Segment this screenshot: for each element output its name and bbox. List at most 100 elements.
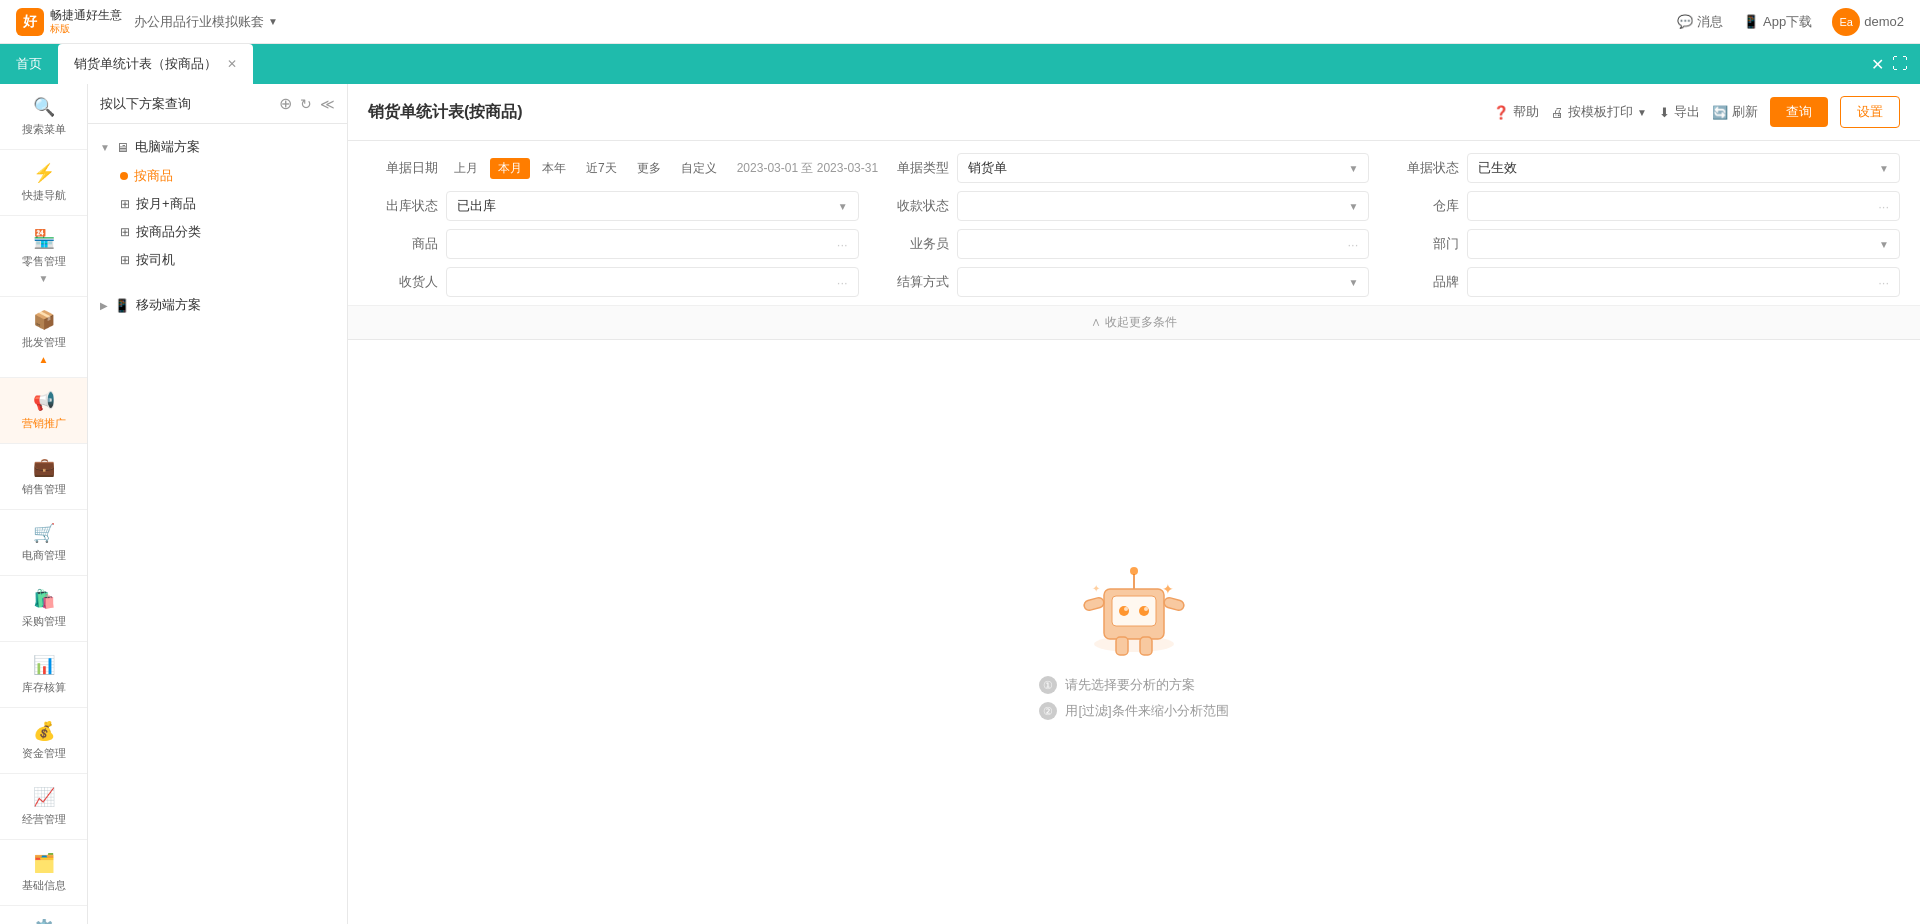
brand-input[interactable]: ··· (1467, 267, 1900, 297)
filter-receiver-cell: 收货人 ··· (368, 267, 879, 297)
scheme-section-pc: ▼ 🖥 电脑端方案 按商品 ⊞ 按月+商品 ⊞ 按商品分类 (88, 124, 347, 282)
grid-icon-2: ⊞ (120, 225, 130, 239)
date-tab-more[interactable]: 更多 (629, 158, 669, 179)
sidebar-item-search[interactable]: 🔍 搜索菜单 (0, 84, 87, 150)
clerk-dots[interactable]: ··· (1348, 237, 1359, 252)
finance-icon: 💰 (33, 720, 55, 742)
outstatus-value: 已出库 (457, 197, 496, 215)
svg-point-5 (1124, 607, 1128, 611)
template-print-button[interactable]: 🖨 按模板打印 ▼ (1551, 103, 1647, 121)
scheme-group-mobile[interactable]: ▶ 📱 移动端方案 (88, 290, 347, 320)
goods-input[interactable]: ··· (446, 229, 859, 259)
expand-collapsed-icon: ▶ (100, 300, 108, 311)
docstatus-value: 已生效 (1478, 159, 1517, 177)
tab-close-icon[interactable]: ✕ (227, 57, 237, 71)
filter-settlement-cell: 结算方式 ▼ (879, 267, 1390, 297)
export-button[interactable]: ⬇ 导出 (1659, 103, 1700, 121)
chevron-up-icon: ▲ (39, 354, 49, 365)
sidebar-item-quicknav[interactable]: ⚡ 快捷导航 (0, 150, 87, 216)
svg-point-4 (1139, 606, 1149, 616)
logo-text: 畅捷通好生意 标版 (50, 8, 122, 34)
receiver-input[interactable]: ··· (446, 267, 859, 297)
receiptstatus-input[interactable]: ▼ (957, 191, 1370, 221)
date-tab-this-month[interactable]: 本月 (490, 158, 530, 179)
receiver-label: 收货人 (368, 273, 438, 291)
active-dot (120, 172, 128, 180)
empty-illustration: ✦ ✦ (1074, 544, 1194, 664)
collapse-bar[interactable]: ∧ 收起更多条件 (348, 305, 1920, 339)
outstatus-arrow: ▼ (838, 201, 848, 212)
goods-dots[interactable]: ··· (837, 237, 848, 252)
dept-input[interactable]: ▼ (1467, 229, 1900, 259)
brand-dots[interactable]: ··· (1878, 275, 1889, 290)
maximize-icon[interactable]: ⛶ (1892, 55, 1908, 73)
svg-rect-10 (1163, 597, 1185, 612)
filter-brand-cell: 品牌 ··· (1389, 267, 1900, 297)
svg-point-3 (1119, 606, 1129, 616)
page-header: 销货单统计表(按商品) ❓ 帮助 🖨 按模板打印 ▼ ⬇ 导出 (348, 84, 1920, 141)
message-button[interactable]: 💬 消息 (1677, 13, 1723, 31)
svg-rect-9 (1083, 597, 1105, 612)
app-download-button[interactable]: 📱 App下载 (1743, 13, 1812, 31)
doctype-input[interactable]: 销货单 ▼ (957, 153, 1370, 183)
warehouse-label: 仓库 (1389, 197, 1459, 215)
date-tab-last-month[interactable]: 上月 (446, 158, 486, 179)
outstatus-input[interactable]: 已出库 ▼ (446, 191, 859, 221)
receiver-dots[interactable]: ··· (837, 275, 848, 290)
docstatus-label: 单据状态 (1389, 159, 1459, 177)
date-tab-this-year[interactable]: 本年 (534, 158, 574, 179)
docstatus-input[interactable]: 已生效 ▼ (1467, 153, 1900, 183)
sidebar-item-marketing[interactable]: 📢 营销推广 (0, 378, 87, 444)
industry-selector[interactable]: 办公用品行业模拟账套 ▼ (134, 13, 278, 31)
collapse-panel-icon[interactable]: ≪ (320, 96, 335, 112)
marketing-icon: 📢 (33, 390, 55, 412)
date-tab-7days[interactable]: 近7天 (578, 158, 625, 179)
scheme-by-category[interactable]: ⊞ 按商品分类 (88, 218, 347, 246)
scheme-by-goods[interactable]: 按商品 (88, 162, 347, 190)
empty-tip-2: ② 用[过滤]条件来缩小分析范围 (1039, 702, 1228, 720)
inventory-icon: 📊 (33, 654, 55, 676)
filter-goods-cell: 商品 ··· (368, 229, 879, 259)
scheme-group-pc[interactable]: ▼ 🖥 电脑端方案 (88, 132, 347, 162)
sidebar-item-system[interactable]: ⚙️ 系统管理 (0, 906, 87, 924)
query-button[interactable]: 查询 (1770, 97, 1828, 127)
sidebar-item-operation[interactable]: 📈 经营管理 (0, 774, 87, 840)
refresh-button[interactable]: 🔄 刷新 (1712, 103, 1758, 121)
clerk-input[interactable]: ··· (957, 229, 1370, 259)
add-scheme-icon[interactable]: ⊕ (279, 94, 292, 113)
sidebar-item-purchase[interactable]: 🛍️ 采购管理 (0, 576, 87, 642)
tab-sales-stats[interactable]: 销货单统计表（按商品） ✕ (58, 44, 253, 84)
user-area[interactable]: Ea demo2 (1832, 8, 1904, 36)
retail-icon: 🏪 (33, 228, 55, 250)
filter-clerk-cell: 业务员 ··· (879, 229, 1390, 259)
tab-home[interactable]: 首页 (0, 44, 58, 84)
header-right: 💬 消息 📱 App下载 Ea demo2 (1677, 8, 1904, 36)
sales-icon: 💼 (33, 456, 55, 478)
filter-date-cell: 单据日期 上月 本月 本年 近7天 更多 自定义 2023-03-01 至 20… (368, 158, 879, 179)
settings-button[interactable]: 设置 (1840, 96, 1900, 128)
quicknav-icon: ⚡ (33, 162, 55, 184)
warehouse-dots[interactable]: ··· (1878, 199, 1889, 214)
sidebar-item-inventory[interactable]: 📊 库存核算 (0, 642, 87, 708)
outstatus-label: 出库状态 (368, 197, 438, 215)
sidebar-item-finance[interactable]: 💰 资金管理 (0, 708, 87, 774)
warehouse-input[interactable]: ··· (1467, 191, 1900, 221)
settlement-input[interactable]: ▼ (957, 267, 1370, 297)
sidebar-item-retail[interactable]: 🏪 零售管理 ▼ (0, 216, 87, 297)
sidebar-item-wholesale[interactable]: 📦 批发管理 ▲ (0, 297, 87, 378)
sidebar-item-sales[interactable]: 💼 销售管理 (0, 444, 87, 510)
date-tab-custom[interactable]: 自定义 (673, 158, 725, 179)
refresh-scheme-icon[interactable]: ↻ (300, 96, 312, 112)
main-layout: 🔍 搜索菜单 ⚡ 快捷导航 🏪 零售管理 ▼ 📦 批发管理 ▲ 📢 营销推广 💼… (0, 84, 1920, 924)
filter-docstatus-cell: 单据状态 已生效 ▼ (1389, 153, 1900, 183)
scheme-by-month-goods[interactable]: ⊞ 按月+商品 (88, 190, 347, 218)
avatar: Ea (1832, 8, 1860, 36)
sidebar-item-ecom[interactable]: 🛒 电商管理 (0, 510, 87, 576)
sidebar-item-basic[interactable]: 🗂️ 基础信息 (0, 840, 87, 906)
help-button[interactable]: ❓ 帮助 (1493, 103, 1539, 121)
grid-icon-3: ⊞ (120, 253, 130, 267)
close-window-icon[interactable]: ✕ (1871, 55, 1884, 74)
dept-label: 部门 (1389, 235, 1459, 253)
scheme-by-cashier[interactable]: ⊞ 按司机 (88, 246, 347, 274)
docstatus-arrow: ▼ (1879, 163, 1889, 174)
